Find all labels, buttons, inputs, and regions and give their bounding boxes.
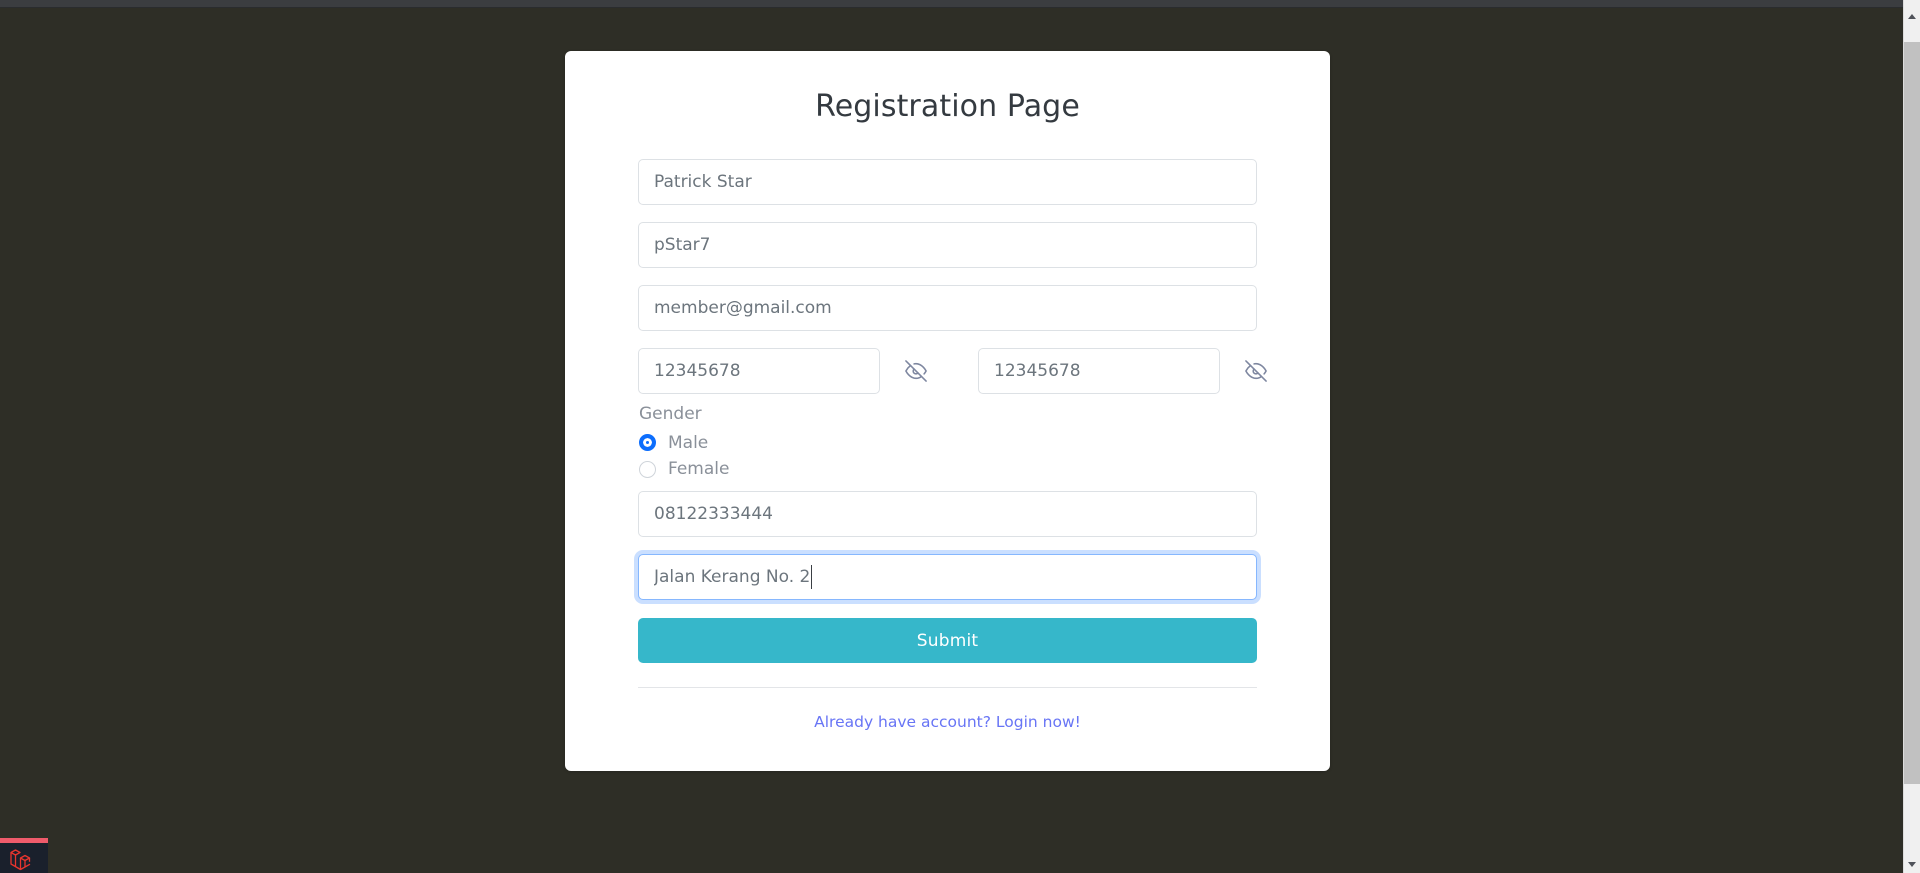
submit-button[interactable]: Submit bbox=[638, 618, 1257, 664]
laravel-debugbar-toggle[interactable] bbox=[0, 838, 48, 873]
email-field-row bbox=[638, 285, 1257, 331]
gender-field-group: Gender Male Female bbox=[638, 402, 1257, 479]
scroll-up-arrow-icon[interactable] bbox=[1904, 8, 1920, 25]
login-link[interactable]: Already have account? Login now! bbox=[814, 713, 1081, 731]
password-group bbox=[638, 348, 938, 394]
username-field-row bbox=[638, 222, 1257, 268]
page-content-area: Registration Page Patrick Star pStar7 me… bbox=[0, 8, 1903, 873]
phone-field-row bbox=[638, 491, 1257, 538]
registration-card: Registration Page Patrick Star pStar7 me… bbox=[565, 51, 1330, 772]
radio-female-mark[interactable] bbox=[639, 460, 656, 478]
page-title: Registration Page bbox=[815, 89, 1080, 124]
scrollbar-thumb[interactable] bbox=[1904, 42, 1920, 784]
phone-input[interactable] bbox=[638, 491, 1257, 538]
radio-male-mark[interactable] bbox=[639, 434, 656, 452]
address-field-row bbox=[638, 554, 1257, 601]
fullname-input[interactable] bbox=[638, 159, 1257, 205]
scroll-down-arrow-icon[interactable] bbox=[1904, 856, 1920, 873]
radio-male-label[interactable]: Male bbox=[668, 433, 708, 453]
password-confirm-group bbox=[978, 348, 1278, 394]
radio-female-label[interactable]: Female bbox=[668, 459, 729, 479]
password-input[interactable] bbox=[638, 348, 880, 394]
password-confirm-input[interactable] bbox=[978, 348, 1220, 394]
eye-off-icon[interactable] bbox=[894, 351, 938, 391]
eye-off-icon-confirm[interactable] bbox=[1234, 351, 1278, 391]
gender-option-male[interactable]: Male bbox=[639, 433, 1257, 453]
email-input[interactable] bbox=[638, 285, 1257, 331]
card-divider bbox=[638, 687, 1257, 689]
gender-label: Gender bbox=[639, 404, 702, 424]
address-input[interactable] bbox=[638, 554, 1257, 601]
fullname-field-row bbox=[638, 159, 1257, 205]
laravel-logo bbox=[10, 849, 31, 871]
gender-option-female[interactable]: Female bbox=[639, 459, 1257, 479]
password-field-row bbox=[638, 348, 1267, 394]
page-scrollbar[interactable] bbox=[1903, 0, 1920, 873]
text-cursor bbox=[811, 565, 812, 590]
login-link-row: Already have account? Login now! bbox=[638, 712, 1257, 731]
username-input[interactable] bbox=[638, 222, 1257, 268]
browser-viewport: Registration Page Patrick Star pStar7 me… bbox=[0, 0, 1920, 873]
window-top-strip bbox=[0, 0, 1920, 8]
